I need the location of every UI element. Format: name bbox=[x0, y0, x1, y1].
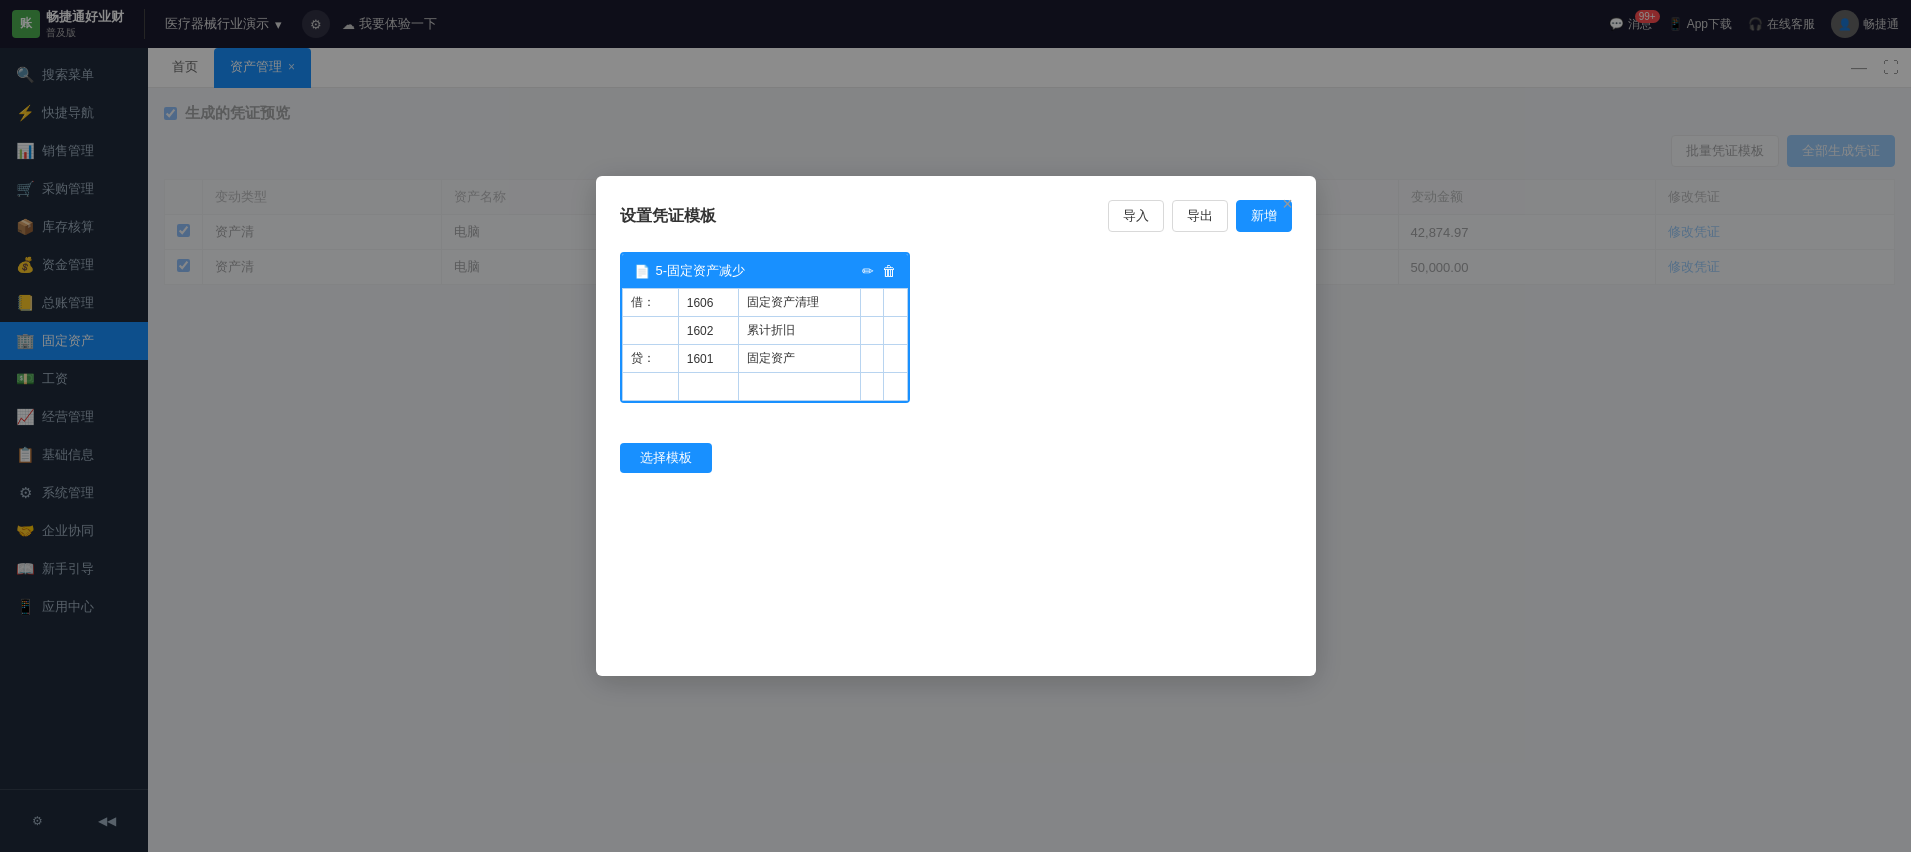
template-cell-name bbox=[738, 373, 860, 401]
template-card: 📄 5-固定资产减少 ✏ 🗑 bbox=[620, 252, 910, 403]
modal-header: 设置凭证模板 导入 导出 新增 bbox=[620, 200, 1292, 232]
template-row bbox=[622, 373, 907, 401]
template-cell-col3 bbox=[860, 345, 883, 373]
template-cell-col4 bbox=[884, 373, 907, 401]
select-template-container: 选择模板 bbox=[620, 423, 1292, 473]
import-btn[interactable]: 导入 bbox=[1108, 200, 1164, 232]
template-cell-col4 bbox=[884, 289, 907, 317]
template-card-header: 📄 5-固定资产减少 ✏ 🗑 bbox=[622, 254, 908, 288]
select-template-btn[interactable]: 选择模板 bbox=[620, 443, 712, 473]
template-cell-col3 bbox=[860, 289, 883, 317]
template-row: 借： 1606 固定资产清理 bbox=[622, 289, 907, 317]
template-cell-direction: 借： bbox=[622, 289, 678, 317]
export-btn[interactable]: 导出 bbox=[1172, 200, 1228, 232]
template-title: 5-固定资产减少 bbox=[656, 262, 746, 280]
template-cell-col3 bbox=[860, 317, 883, 345]
template-cell-name: 固定资产 bbox=[738, 345, 860, 373]
modal-title: 设置凭证模板 bbox=[620, 206, 716, 227]
template-cell-col4 bbox=[884, 317, 907, 345]
template-cell-code bbox=[678, 373, 738, 401]
template-cell-name: 累计折旧 bbox=[738, 317, 860, 345]
template-card-body: 借： 1606 固定资产清理 1602 bbox=[622, 288, 908, 401]
modal-overlay: 设置凭证模板 导入 导出 新增 × bbox=[148, 48, 1911, 852]
template-card-actions: ✏ 🗑 bbox=[862, 263, 896, 279]
template-cell-code: 1602 bbox=[678, 317, 738, 345]
template-cell-direction: 贷： bbox=[622, 345, 678, 373]
modal-body: 📄 5-固定资产减少 ✏ 🗑 bbox=[620, 252, 1292, 652]
modal-toolbar: 导入 导出 新增 bbox=[1108, 200, 1292, 232]
delete-icon[interactable]: 🗑 bbox=[882, 263, 896, 279]
modal-dialog: 设置凭证模板 导入 导出 新增 × bbox=[596, 176, 1316, 676]
template-table: 借： 1606 固定资产清理 1602 bbox=[622, 288, 908, 401]
template-doc-icon: 📄 bbox=[634, 264, 650, 279]
template-cell-name: 固定资产清理 bbox=[738, 289, 860, 317]
template-card-header-left: 📄 5-固定资产减少 bbox=[634, 262, 746, 280]
template-row: 贷： 1601 固定资产 bbox=[622, 345, 907, 373]
template-cell-direction bbox=[622, 373, 678, 401]
template-cell-code: 1606 bbox=[678, 289, 738, 317]
content-area: 首页 资产管理 × — ⛶ 生 bbox=[148, 48, 1911, 852]
template-cell-direction bbox=[622, 317, 678, 345]
template-cell-code: 1601 bbox=[678, 345, 738, 373]
edit-icon[interactable]: ✏ bbox=[862, 263, 874, 279]
template-cell-col4 bbox=[884, 345, 907, 373]
close-icon: × bbox=[1282, 194, 1293, 215]
template-row: 1602 累计折旧 bbox=[622, 317, 907, 345]
modal-close-btn[interactable]: × bbox=[1276, 192, 1300, 216]
template-cell-col3 bbox=[860, 373, 883, 401]
